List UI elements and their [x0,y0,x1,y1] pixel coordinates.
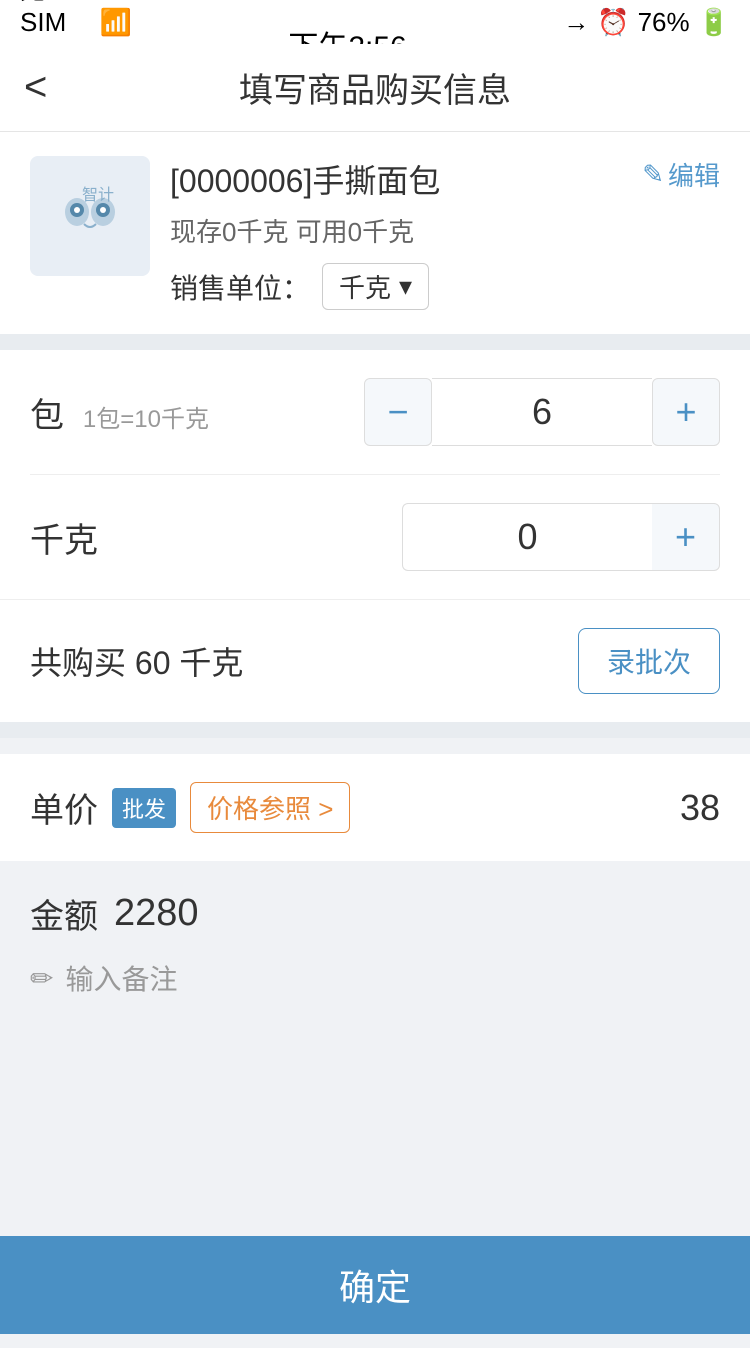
product-thumbnail: 智计 [30,156,150,276]
confirm-bar[interactable]: 确定 [0,1236,750,1334]
svg-text:智计: 智计 [82,186,114,204]
kg-label: 千克 [30,522,98,560]
price-badge: 批发 [112,788,176,828]
product-name: [0000006]手撕面包 [170,156,440,202]
status-right: → ⏰ 76% 🔋 [563,7,730,38]
remark-placeholder: 输入备注 [65,958,177,998]
package-qty-input[interactable] [432,378,652,446]
unit-select[interactable]: 千克 ▾ [322,263,429,310]
edit-button[interactable]: ✎ 编辑 [642,156,720,193]
kg-qty-row: 千克 + [30,475,720,599]
pencil-icon: ✏ [30,962,53,995]
amount-value: 2280 [114,892,199,935]
edit-label: 编辑 [668,156,720,193]
price-label-row: 单价 批发 价格参照 > [30,782,350,833]
amount-label: 金额 [30,889,98,938]
product-name-row: [0000006]手撕面包 ✎ 编辑 [170,156,720,202]
price-section: 单价 批发 价格参照 > 38 [0,754,750,861]
price-value: 38 [680,787,720,829]
amount-row: 金额 2280 [30,889,720,938]
unit-value: 千克 [339,268,391,305]
package-label-group: 包 1包=10千克 [30,388,209,437]
package-plus-button[interactable]: + [652,378,720,446]
package-minus-button[interactable]: − [364,378,432,446]
kg-plus-button[interactable]: + [652,503,720,571]
wifi-icon: 📶 [99,7,131,38]
remark-row[interactable]: ✏ 输入备注 [30,958,720,998]
kg-qty-input[interactable] [402,503,652,571]
price-label: 单价 [30,783,98,832]
edit-icon: ✎ [642,159,664,190]
product-info: [0000006]手撕面包 ✎ 编辑 现存0千克 可用0千克 销售单位： 千克 … [170,156,720,310]
kg-qty-control: + [402,503,720,571]
package-qty-row: 包 1包=10千克 − + [30,350,720,475]
kg-label-group: 千克 [30,513,98,562]
status-bar: 无 SIM 卡 ✦ 📶 下午2:56 → ⏰ 76% 🔋 [0,0,750,44]
nav-bar: < 填写商品购买信息 [0,44,750,132]
back-button[interactable]: < [24,65,47,110]
package-label: 包 [30,397,64,435]
unit-label: 销售单位： [170,267,310,307]
batch-button[interactable]: 录批次 [578,628,720,694]
separator-1 [0,334,750,350]
battery-level: 76% [638,7,690,38]
confirm-button-label: 确定 [339,1259,411,1311]
location-icon: → [563,7,589,38]
chevron-down-icon: ▾ [399,271,412,302]
quantity-section: 包 1包=10千克 − + 千克 + [0,350,750,599]
product-card: 智计 [0000006]手撕面包 ✎ 编辑 现存0千克 可用0千克 销售单位： … [0,132,750,334]
amount-section: 金额 2280 ✏ 输入备注 [0,861,750,1008]
product-stock: 现存0千克 可用0千克 [170,212,720,249]
separator-2 [0,722,750,738]
total-label: 共购买 60 千克 [30,638,243,684]
product-thumb-icon: 智计 [54,180,126,252]
package-hint: 1包=10千克 [83,406,209,433]
product-unit-row: 销售单位： 千克 ▾ [170,263,720,310]
price-ref-button[interactable]: 价格参照 > [190,782,350,833]
battery-icon: 🔋 [698,7,730,38]
package-qty-control: − + [364,378,720,446]
total-section: 共购买 60 千克 录批次 [0,599,750,722]
page-title: 填写商品购买信息 [239,63,511,112]
alarm-icon: ⏰ [597,7,629,38]
